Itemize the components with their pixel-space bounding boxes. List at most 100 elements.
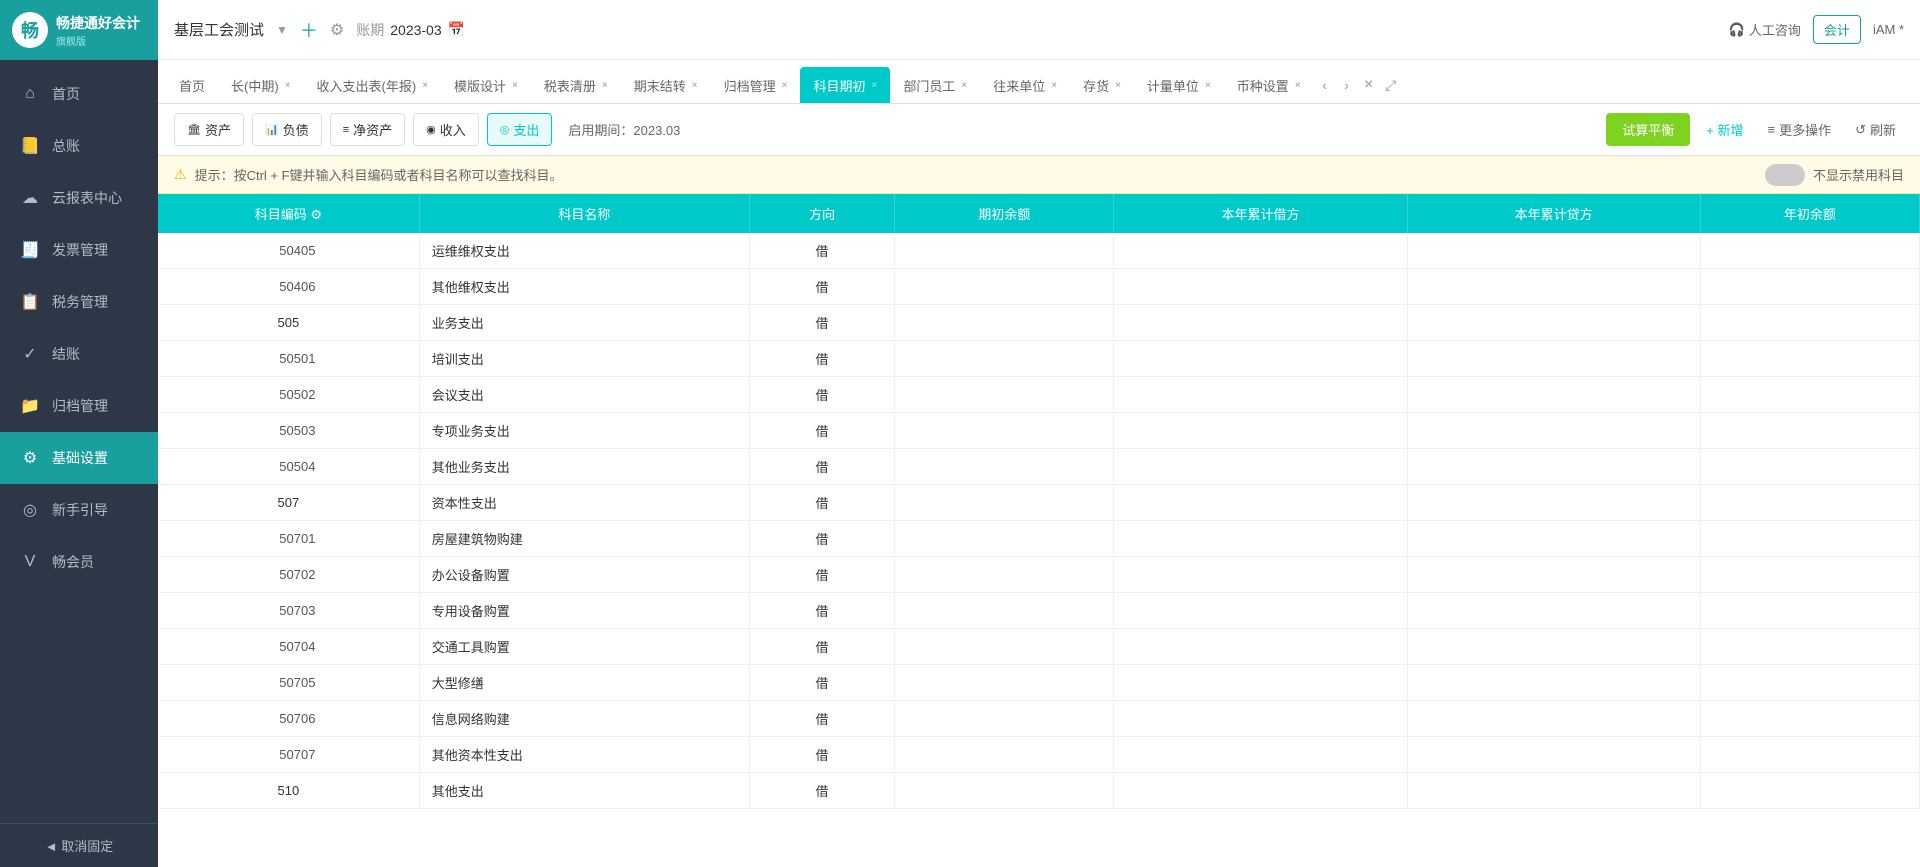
disable-toggle[interactable]: [1765, 164, 1805, 186]
cell-ytd-debit: [1114, 269, 1407, 305]
tab-close-icon[interactable]: ×: [422, 80, 428, 91]
cell-ytd-debit: [1114, 773, 1407, 809]
tab-close-icon[interactable]: ×: [1295, 80, 1301, 91]
tab-close-icon[interactable]: ×: [512, 80, 518, 91]
table-row[interactable]: 50705大型修缮借: [158, 665, 1920, 701]
add-btn[interactable]: + 新增: [1698, 116, 1751, 143]
col-ytd-debit: 本年累计借方: [1114, 194, 1407, 233]
refresh-btn[interactable]: ↺ 刷新: [1847, 116, 1904, 143]
tab-close-icon[interactable]: ×: [1115, 80, 1121, 91]
tab-archive-mgr[interactable]: 归档管理 ×: [711, 67, 801, 103]
sidebar-item-tax[interactable]: 📋 税务管理: [0, 276, 158, 328]
cell-ytd-debit: [1114, 305, 1407, 341]
sidebar-item-settings[interactable]: ⚙ 基础设置: [0, 432, 158, 484]
sidebar-item-guide[interactable]: ◎ 新手引导: [0, 484, 158, 536]
calendar-icon[interactable]: 📅: [448, 21, 465, 38]
tab-close-icon[interactable]: ×: [692, 80, 698, 91]
table-row[interactable]: 50702办公设备购置借: [158, 557, 1920, 593]
table-row[interactable]: 50707其他资本性支出借: [158, 737, 1920, 773]
tab-close-icon[interactable]: ×: [602, 80, 608, 91]
filter-liability[interactable]: 📊 负债: [252, 113, 322, 146]
tab-income[interactable]: 收入支出表(年报) ×: [304, 67, 442, 103]
table-row[interactable]: 50701房屋建筑物购建借: [158, 521, 1920, 557]
tab-label: 科目期初: [813, 76, 865, 95]
tab-home[interactable]: 首页: [166, 67, 218, 103]
tab-next-btn[interactable]: ›: [1336, 67, 1358, 103]
table-row[interactable]: 50406其他维权支出借: [158, 269, 1920, 305]
sidebar-item-archive[interactable]: 📁 归档管理: [0, 380, 158, 432]
tab-expand-btn[interactable]: ⤢: [1380, 67, 1402, 103]
tab-prev-btn[interactable]: ‹: [1314, 67, 1336, 103]
table-row[interactable]: 50504其他业务支出借: [158, 449, 1920, 485]
filter-asset[interactable]: 🏛 资产: [174, 113, 244, 146]
tab-close-icon[interactable]: ×: [285, 80, 291, 91]
cell-direction: 借: [749, 413, 894, 449]
sidebar-item-checkout[interactable]: ✓ 结账: [0, 328, 158, 380]
tab-close-icon[interactable]: ×: [872, 80, 878, 91]
sidebar-item-home[interactable]: ⌂ 首页: [0, 68, 158, 120]
table-row[interactable]: 50503专项业务支出借: [158, 413, 1920, 449]
refresh-icon: ↺: [1855, 122, 1866, 138]
table-row[interactable]: 50703专用设备购置借: [158, 593, 1920, 629]
tab-inventory[interactable]: 存货 ×: [1070, 67, 1134, 103]
table-row[interactable]: 50704交通工具购置借: [158, 629, 1920, 665]
table-row[interactable]: 50405运维维权支出借: [158, 233, 1920, 269]
role-btn[interactable]: 会计: [1813, 15, 1861, 44]
sidebar-item-label: 畅会员: [52, 552, 94, 572]
filter-label: 负债: [283, 120, 309, 139]
archive-icon: 📁: [20, 396, 40, 416]
filter-expense[interactable]: ◎ 支出: [487, 113, 553, 146]
table-row[interactable]: 507资本性支出借: [158, 485, 1920, 521]
table-row[interactable]: 50502会议支出借: [158, 377, 1920, 413]
cell-code: 50703: [158, 593, 419, 629]
sidebar-item-member[interactable]: V 畅会员: [0, 536, 158, 588]
cell-name: 房屋建筑物购建: [419, 521, 749, 557]
tab-partner[interactable]: 往来单位 ×: [980, 67, 1070, 103]
tab-close-all-btn[interactable]: ×: [1358, 67, 1380, 103]
add-tab-icon[interactable]: ＋: [300, 17, 318, 43]
table-row[interactable]: 510其他支出借: [158, 773, 1920, 809]
member-icon: V: [20, 553, 40, 571]
table-row[interactable]: 50706信息网络购建借: [158, 701, 1920, 737]
cell-ytd-debit: [1114, 629, 1407, 665]
tab-period-end[interactable]: 期末结转 ×: [621, 67, 711, 103]
tab-tax[interactable]: 税表清册 ×: [531, 67, 621, 103]
sidebar-item-invoice[interactable]: 🧾 发票管理: [0, 224, 158, 276]
cell-direction: 借: [749, 269, 894, 305]
tab-unit[interactable]: 计量单位 ×: [1134, 67, 1224, 103]
filter-income[interactable]: ◉ 收入: [413, 113, 479, 146]
cell-ytd-debit: [1114, 665, 1407, 701]
sidebar-item-ledger[interactable]: 📒 总账: [0, 120, 158, 172]
filter-net-asset[interactable]: ≡ 净资产: [330, 113, 405, 146]
col-settings-icon[interactable]: ⚙: [310, 207, 322, 222]
sidebar-item-reports[interactable]: ☁ 云报表中心: [0, 172, 158, 224]
sidebar: 畅 畅捷通好会计 旗舰版 ⌂ 首页 📒 总账 ☁ 云报表中心 🧾 发票管理 📋 …: [0, 0, 158, 867]
sidebar-item-label: 云报表中心: [52, 188, 122, 208]
tab-template[interactable]: 模版设计 ×: [441, 67, 531, 103]
data-table-container: 科目编码 ⚙ 科目名称 方向 期初余额 本年累计借方 本年累计贷方 年初余额 5…: [158, 194, 1920, 867]
cell-year-start: [1700, 773, 1919, 809]
tab-period-report[interactable]: 长(中期) ×: [218, 67, 304, 103]
table-row[interactable]: 50501培训支出借: [158, 341, 1920, 377]
tab-close-icon[interactable]: ×: [961, 80, 967, 91]
tab-close-icon[interactable]: ×: [1051, 80, 1057, 91]
balance-btn[interactable]: 试算平衡: [1606, 113, 1690, 146]
cell-ytd-credit: [1407, 701, 1700, 737]
info-icon: ⚠: [174, 166, 187, 183]
tab-close-icon[interactable]: ×: [1205, 80, 1211, 91]
cell-opening-balance: [895, 737, 1114, 773]
sidebar-toggle[interactable]: ◄ 取消固定: [0, 823, 158, 867]
table-row[interactable]: 505业务支出借: [158, 305, 1920, 341]
cell-ytd-debit: [1114, 449, 1407, 485]
tab-currency[interactable]: 币种设置 ×: [1224, 67, 1314, 103]
service-btn[interactable]: 🎧 人工咨询: [1729, 20, 1801, 39]
logo[interactable]: 畅 畅捷通好会计 旗舰版: [0, 0, 158, 60]
tab-dept[interactable]: 部门员工 ×: [890, 67, 980, 103]
tab-subject-period[interactable]: 科目期初 ×: [800, 67, 890, 103]
project-dropdown-icon[interactable]: ▼: [276, 23, 288, 37]
user-label[interactable]: iAM *: [1873, 22, 1904, 37]
topbar-settings-icon[interactable]: ⚙: [330, 20, 344, 40]
tab-close-icon[interactable]: ×: [782, 80, 788, 91]
more-btn[interactable]: ≡ 更多操作: [1759, 116, 1839, 143]
cell-direction: 借: [749, 737, 894, 773]
